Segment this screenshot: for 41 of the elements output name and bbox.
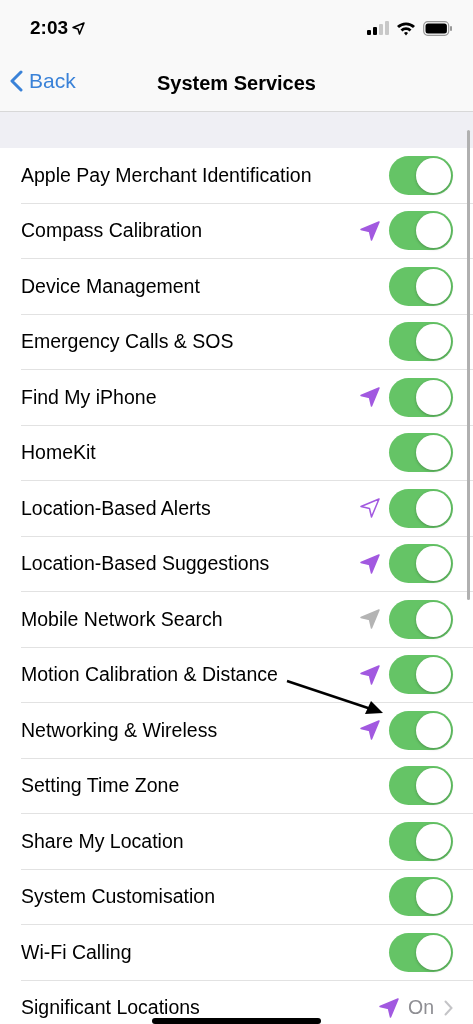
status-time: 2:03 xyxy=(30,17,69,39)
toggle-switch[interactable] xyxy=(389,599,453,639)
row-value: On xyxy=(408,996,434,1020)
row-label: Wi-Fi Calling xyxy=(21,942,133,962)
toggle-switch[interactable] xyxy=(389,544,453,584)
toggle-switch[interactable] xyxy=(389,932,453,972)
chevron-right-icon xyxy=(444,999,453,1016)
row-label: Location-Based Alerts xyxy=(21,498,212,518)
row-label: Motion Calibration & Distance xyxy=(21,665,279,685)
toggle-switch[interactable] xyxy=(389,155,453,195)
row-label: Location-Based Suggestions xyxy=(21,554,271,574)
signal-icon xyxy=(367,21,389,35)
toggle-switch[interactable] xyxy=(389,821,453,861)
back-button[interactable]: Back xyxy=(10,69,76,93)
toggle-switch[interactable] xyxy=(389,322,453,362)
row-label: System Customisation xyxy=(21,887,216,907)
toggle-switch[interactable] xyxy=(389,266,453,306)
row-label: Networking & Wireless xyxy=(21,720,219,740)
toggle-switch[interactable] xyxy=(389,766,453,806)
row-label: Setting Time Zone xyxy=(21,776,181,796)
toggle-switch[interactable] xyxy=(389,655,453,695)
row-label: Find My iPhone xyxy=(21,387,158,407)
toggle-switch[interactable] xyxy=(389,488,453,528)
wifi-icon xyxy=(396,20,416,36)
battery-icon xyxy=(423,20,453,36)
row-label: Compass Calibration xyxy=(21,221,203,241)
row-label: Mobile Network Search xyxy=(21,609,224,629)
row-label: Emergency Calls & SOS xyxy=(21,332,235,352)
toggle-switch[interactable] xyxy=(389,877,453,917)
row-label: Device Management xyxy=(21,276,201,296)
location-arrow-icon xyxy=(72,21,86,35)
toggle-switch[interactable] xyxy=(389,433,453,473)
toggle-switch[interactable] xyxy=(389,211,453,251)
row-label: Share My Location xyxy=(21,831,185,851)
row-label: Significant Locations xyxy=(21,998,201,1018)
toggle-switch[interactable] xyxy=(389,377,453,417)
page-title: System Services xyxy=(157,72,316,95)
row-label: Apple Pay Merchant Identification xyxy=(21,165,313,185)
toggle-switch[interactable] xyxy=(389,710,453,750)
chevron-left-icon xyxy=(10,70,23,92)
row-label: HomeKit xyxy=(21,443,97,463)
